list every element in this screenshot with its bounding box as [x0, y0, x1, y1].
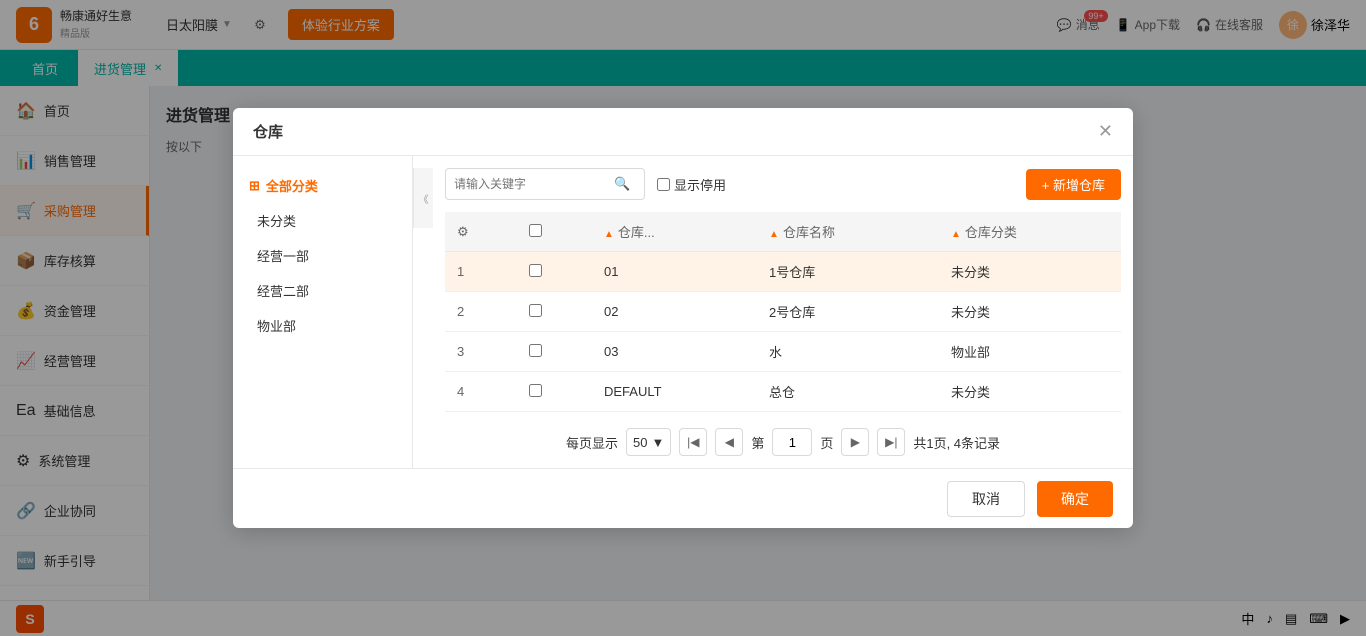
modal-title: 仓库 — [253, 121, 283, 142]
next-page-button[interactable]: ▶ — [841, 428, 869, 456]
category-item-none[interactable]: 未分类 — [233, 203, 412, 238]
modal-body: ⊞ 全部分类 未分类 经营一部 经营二部 物业部 《 🔍 — [233, 156, 1133, 468]
category-item-2[interactable]: 经营二部 — [233, 273, 412, 308]
col-settings: ⚙ — [445, 212, 517, 252]
row-num: 3 — [445, 332, 517, 372]
dropdown-icon: ▼ — [651, 435, 664, 450]
modal-overlay: 仓库 ✕ ⊞ 全部分类 未分类 经营一部 经营二部 物业部 《 — [0, 0, 1366, 636]
cancel-button[interactable]: 取消 — [947, 481, 1025, 517]
first-page-button[interactable]: |◀ — [679, 428, 707, 456]
show-disabled-label[interactable]: 显示停用 — [657, 175, 726, 194]
warehouse-modal: 仓库 ✕ ⊞ 全部分类 未分类 经营一部 经营二部 物业部 《 — [233, 108, 1133, 528]
select-all-checkbox[interactable] — [529, 224, 542, 237]
col-category[interactable]: ▲仓库分类 — [939, 212, 1121, 252]
search-icon: 🔍 — [614, 176, 630, 192]
prev-page-button[interactable]: ◀ — [715, 428, 743, 456]
row-checkbox[interactable] — [529, 384, 542, 397]
category-item-3[interactable]: 物业部 — [233, 308, 412, 343]
row-checkbox[interactable] — [529, 304, 542, 317]
per-page-select[interactable]: 50 ▼ — [626, 428, 671, 456]
category-panel: ⊞ 全部分类 未分类 经营一部 经营二部 物业部 — [233, 156, 413, 468]
col-code[interactable]: ▲仓库... — [592, 212, 757, 252]
sort-icon-name: ▲ — [769, 229, 779, 240]
table-row[interactable]: 2 02 2号仓库 未分类 — [445, 292, 1121, 332]
search-box: 🔍 — [445, 168, 645, 200]
row-checkbox[interactable] — [529, 264, 542, 277]
col-name[interactable]: ▲仓库名称 — [757, 212, 939, 252]
table-row[interactable]: 3 03 水 物业部 — [445, 332, 1121, 372]
show-disabled-checkbox[interactable] — [657, 178, 670, 191]
last-page-button[interactable]: ▶| — [877, 428, 905, 456]
add-warehouse-button[interactable]: + 新增仓库 — [1026, 169, 1121, 200]
warehouse-table: ⚙ ▲仓库... ▲仓库名称 ▲仓库分类 1 01 1号仓库 — [445, 212, 1121, 412]
sort-icon-category: ▲ — [951, 229, 961, 240]
grid-icon: ⊞ — [249, 178, 260, 194]
table-toolbar: 🔍 显示停用 + 新增仓库 — [445, 168, 1121, 200]
category-item-1[interactable]: 经营一部 — [233, 238, 412, 273]
col-check — [517, 212, 592, 252]
table-row[interactable]: 4 DEFAULT 总仓 未分类 — [445, 372, 1121, 412]
chevron-left-icon: 《 — [419, 191, 429, 206]
confirm-button[interactable]: 确定 — [1037, 481, 1113, 517]
category-all[interactable]: ⊞ 全部分类 — [233, 168, 412, 203]
modal-footer: 取消 确定 — [233, 468, 1133, 528]
table-panel: 🔍 显示停用 + 新增仓库 ⚙ ▲仓库... — [433, 156, 1133, 468]
row-num: 4 — [445, 372, 517, 412]
collapse-panel-button[interactable]: 《 — [413, 168, 433, 228]
page-input[interactable] — [772, 428, 812, 456]
pagination: 每页显示 50 ▼ |◀ ◀ 第 页 ▶ ▶| 共1页, 4条记录 — [445, 428, 1121, 456]
row-num: 1 — [445, 252, 517, 292]
table-row[interactable]: 1 01 1号仓库 未分类 — [445, 252, 1121, 292]
row-checkbox[interactable] — [529, 344, 542, 357]
sort-icon: ▲ — [604, 229, 614, 240]
search-input[interactable] — [454, 177, 614, 191]
modal-header: 仓库 ✕ — [233, 108, 1133, 156]
row-num: 2 — [445, 292, 517, 332]
modal-close-button[interactable]: ✕ — [1098, 121, 1113, 142]
